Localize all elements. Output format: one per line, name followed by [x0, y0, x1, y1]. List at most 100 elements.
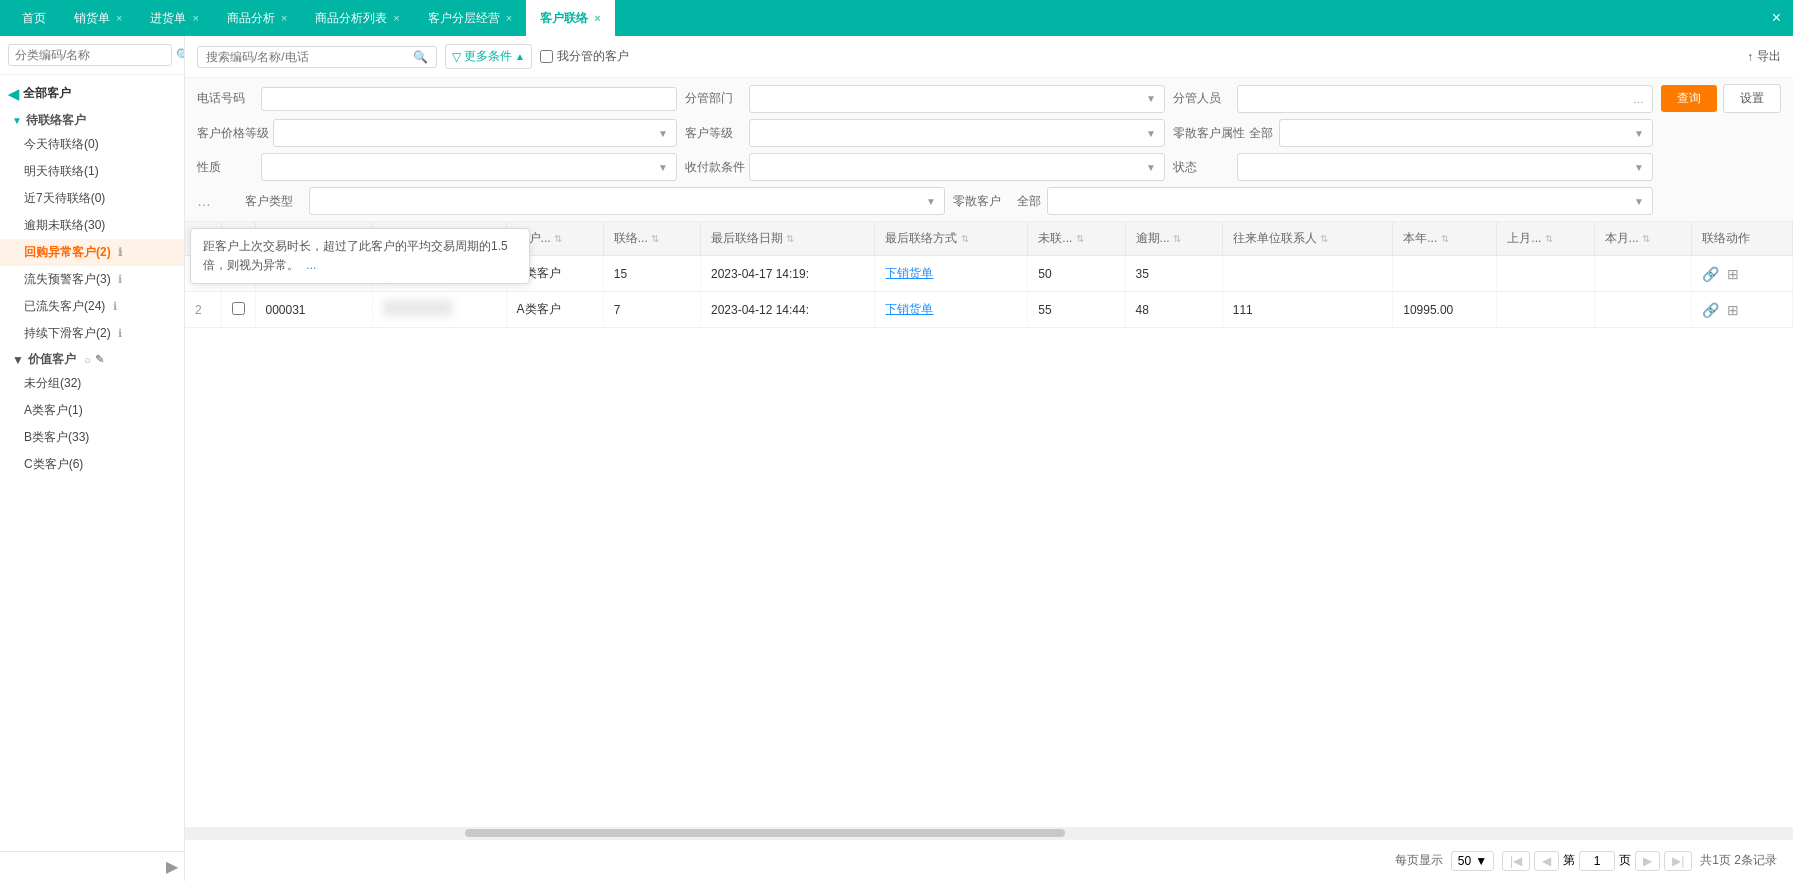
- th-this-year: 本年... ⇅: [1393, 222, 1497, 256]
- nav-tab-purchase[interactable]: 进货单 ×: [136, 0, 212, 36]
- sort-tmonth-icon[interactable]: ⇅: [1642, 233, 1650, 244]
- close-contact-tab[interactable]: ×: [594, 0, 600, 36]
- dept-select[interactable]: ▼: [749, 85, 1165, 113]
- close-purchase-tab[interactable]: ×: [192, 0, 198, 36]
- main-search-input[interactable]: [206, 50, 409, 64]
- close-sales-tab[interactable]: ×: [116, 0, 122, 36]
- funnel-icon: ▽: [452, 50, 461, 64]
- customer-grade-select[interactable]: ▼: [749, 119, 1165, 147]
- th-last-method: 最后联络方式 ⇅: [875, 222, 1028, 256]
- row1-overdue: 35: [1125, 256, 1222, 292]
- sort-cat-icon[interactable]: ⇅: [554, 233, 562, 244]
- person-select[interactable]: …: [1237, 85, 1653, 113]
- sidebar-search-area: 🔍: [0, 36, 184, 75]
- gender-select[interactable]: ▼: [261, 153, 677, 181]
- my-customer-checkbox[interactable]: [540, 50, 553, 63]
- last-page-btn[interactable]: ▶|: [1664, 851, 1692, 871]
- th-last-month: 上月... ⇅: [1497, 222, 1594, 256]
- price-grade-select[interactable]: ▼: [273, 119, 677, 147]
- sort-method-icon[interactable]: ⇅: [961, 233, 969, 244]
- row2-last-method: 下销货单: [875, 292, 1028, 328]
- next-page-btn[interactable]: ▶: [1635, 851, 1660, 871]
- page-suffix: 页: [1619, 852, 1631, 869]
- sort-contact-icon[interactable]: ⇅: [1320, 233, 1328, 244]
- edit-value-icon[interactable]: ○: [84, 354, 91, 366]
- sidebar-item-b-class[interactable]: B类客户(33): [0, 424, 184, 451]
- th-uncontacted: 未联... ⇅: [1028, 222, 1125, 256]
- retail-select[interactable]: ▼: [1047, 187, 1653, 215]
- sort-year-icon[interactable]: ⇅: [1441, 233, 1449, 244]
- sidebar-item-tomorrow[interactable]: 明天待联络(1): [0, 158, 184, 185]
- sidebar-item-repurchase-abnormal[interactable]: 回购异常客户(2) ℹ: [0, 239, 184, 266]
- filter-more-icon[interactable]: …: [197, 193, 211, 209]
- row1-action-icons: 🔗 ⊞: [1702, 266, 1782, 282]
- sidebar-item-today[interactable]: 今天待联络(0): [0, 131, 184, 158]
- row1-method-link[interactable]: 下销货单: [885, 266, 933, 280]
- page-input[interactable]: [1579, 851, 1615, 871]
- per-page-label: 每页显示: [1395, 852, 1443, 869]
- nav-tab-contact[interactable]: 客户联络 ×: [526, 0, 614, 36]
- close-analysis-list-tab[interactable]: ×: [393, 0, 399, 36]
- sort-date-icon[interactable]: ⇅: [786, 233, 794, 244]
- nav-close-button[interactable]: ×: [1772, 9, 1781, 27]
- nav-tab-crm[interactable]: 客户分层经营 ×: [414, 0, 526, 36]
- export-btn[interactable]: ↑ 导出: [1747, 48, 1781, 65]
- row2-action: 🔗 ⊞: [1691, 292, 1792, 328]
- nav-tab-home[interactable]: 首页: [8, 0, 60, 36]
- th-last-date: 最后联络日期 ⇅: [700, 222, 875, 256]
- sidebar-collapse-bottom-icon[interactable]: ▶: [166, 857, 178, 876]
- price-grade-caret: ▼: [658, 128, 668, 139]
- filter-btn-group: 查询 设置: [1661, 84, 1781, 113]
- row2-last-month: [1497, 292, 1594, 328]
- sidebar-item-churned[interactable]: 已流失客户(24) ℹ: [0, 293, 184, 320]
- sidebar-item-churn-warning[interactable]: 流失预警客户(3) ℹ: [0, 266, 184, 293]
- horizontal-scrollbar[interactable]: [185, 827, 1793, 839]
- row2-method-link[interactable]: 下销货单: [885, 302, 933, 316]
- filter-area: 电话号码 分管部门 ▼ 分管人员 … 查询 设置: [185, 78, 1793, 222]
- sidebar-item-a-class[interactable]: A类客户(1): [0, 397, 184, 424]
- sort-overdue-icon[interactable]: ⇅: [1173, 233, 1181, 244]
- table-row: 2 000031 A类客户 7 2023-04-12 14:44: 下销货单 5…: [185, 292, 1793, 328]
- row2-link-icon[interactable]: 🔗: [1702, 302, 1719, 318]
- sidebar-item-overdue[interactable]: 逾期未联络(30): [0, 212, 184, 239]
- settings-value-icon[interactable]: ✎: [95, 353, 104, 366]
- status-select[interactable]: ▼: [1237, 153, 1653, 181]
- row1-grid-icon[interactable]: ⊞: [1727, 266, 1739, 282]
- sidebar-search-icon[interactable]: 🔍: [176, 48, 185, 62]
- first-page-btn[interactable]: |◀: [1502, 851, 1530, 871]
- close-analysis-tab[interactable]: ×: [281, 0, 287, 36]
- payment-label: 收付款条件: [685, 159, 745, 176]
- settings-btn[interactable]: 设置: [1723, 84, 1781, 113]
- row2-checkbox[interactable]: [232, 302, 245, 315]
- payment-select[interactable]: ▼: [749, 153, 1165, 181]
- sidebar-item-c-class[interactable]: C类客户(6): [0, 451, 184, 478]
- all-customers-header[interactable]: ◀ 全部客户: [0, 79, 184, 108]
- prev-page-btn[interactable]: ◀: [1534, 851, 1559, 871]
- main-search-icon[interactable]: 🔍: [413, 50, 428, 64]
- sort-lmonth-icon[interactable]: ⇅: [1545, 233, 1553, 244]
- nav-tab-analysis[interactable]: 商品分析 ×: [213, 0, 301, 36]
- sidebar-search-input[interactable]: [8, 44, 172, 66]
- row2-grid-icon[interactable]: ⊞: [1727, 302, 1739, 318]
- collapse-icon: ◀: [8, 86, 19, 102]
- more-filter-btn[interactable]: ▽ 更多条件 ▲: [445, 44, 532, 69]
- query-btn[interactable]: 查询: [1661, 85, 1717, 112]
- customer-type-select[interactable]: ▼: [309, 187, 945, 215]
- phone-input[interactable]: [261, 87, 677, 111]
- sidebar-item-declining[interactable]: 持续下滑客户(2) ℹ: [0, 320, 184, 347]
- nav-tab-sales[interactable]: 销货单 ×: [60, 0, 136, 36]
- sidebar-item-ungrouped[interactable]: 未分组(32): [0, 370, 184, 397]
- sidebar-group-value[interactable]: ▼ 价值客户 ○ ✎: [0, 347, 184, 370]
- row1-link-icon[interactable]: 🔗: [1702, 266, 1719, 282]
- my-customer-checkbox-wrap[interactable]: 我分管的客户: [540, 48, 629, 65]
- per-page-select[interactable]: 50 ▼: [1451, 851, 1494, 871]
- close-crm-tab[interactable]: ×: [506, 0, 512, 36]
- scroll-thumb[interactable]: [465, 829, 1065, 837]
- sidebar-group-pending[interactable]: ▼ 待联络客户: [0, 108, 184, 131]
- sort-contacts-icon[interactable]: ⇅: [651, 233, 659, 244]
- filter-cell-retail: 零散客户 全部 ▼: [953, 187, 1653, 215]
- retail-attr-select[interactable]: ▼: [1279, 119, 1653, 147]
- sort-uncontacted-icon[interactable]: ⇅: [1076, 233, 1084, 244]
- nav-tab-analysis-list[interactable]: 商品分析列表 ×: [301, 0, 413, 36]
- sidebar-item-7days[interactable]: 近7天待联络(0): [0, 185, 184, 212]
